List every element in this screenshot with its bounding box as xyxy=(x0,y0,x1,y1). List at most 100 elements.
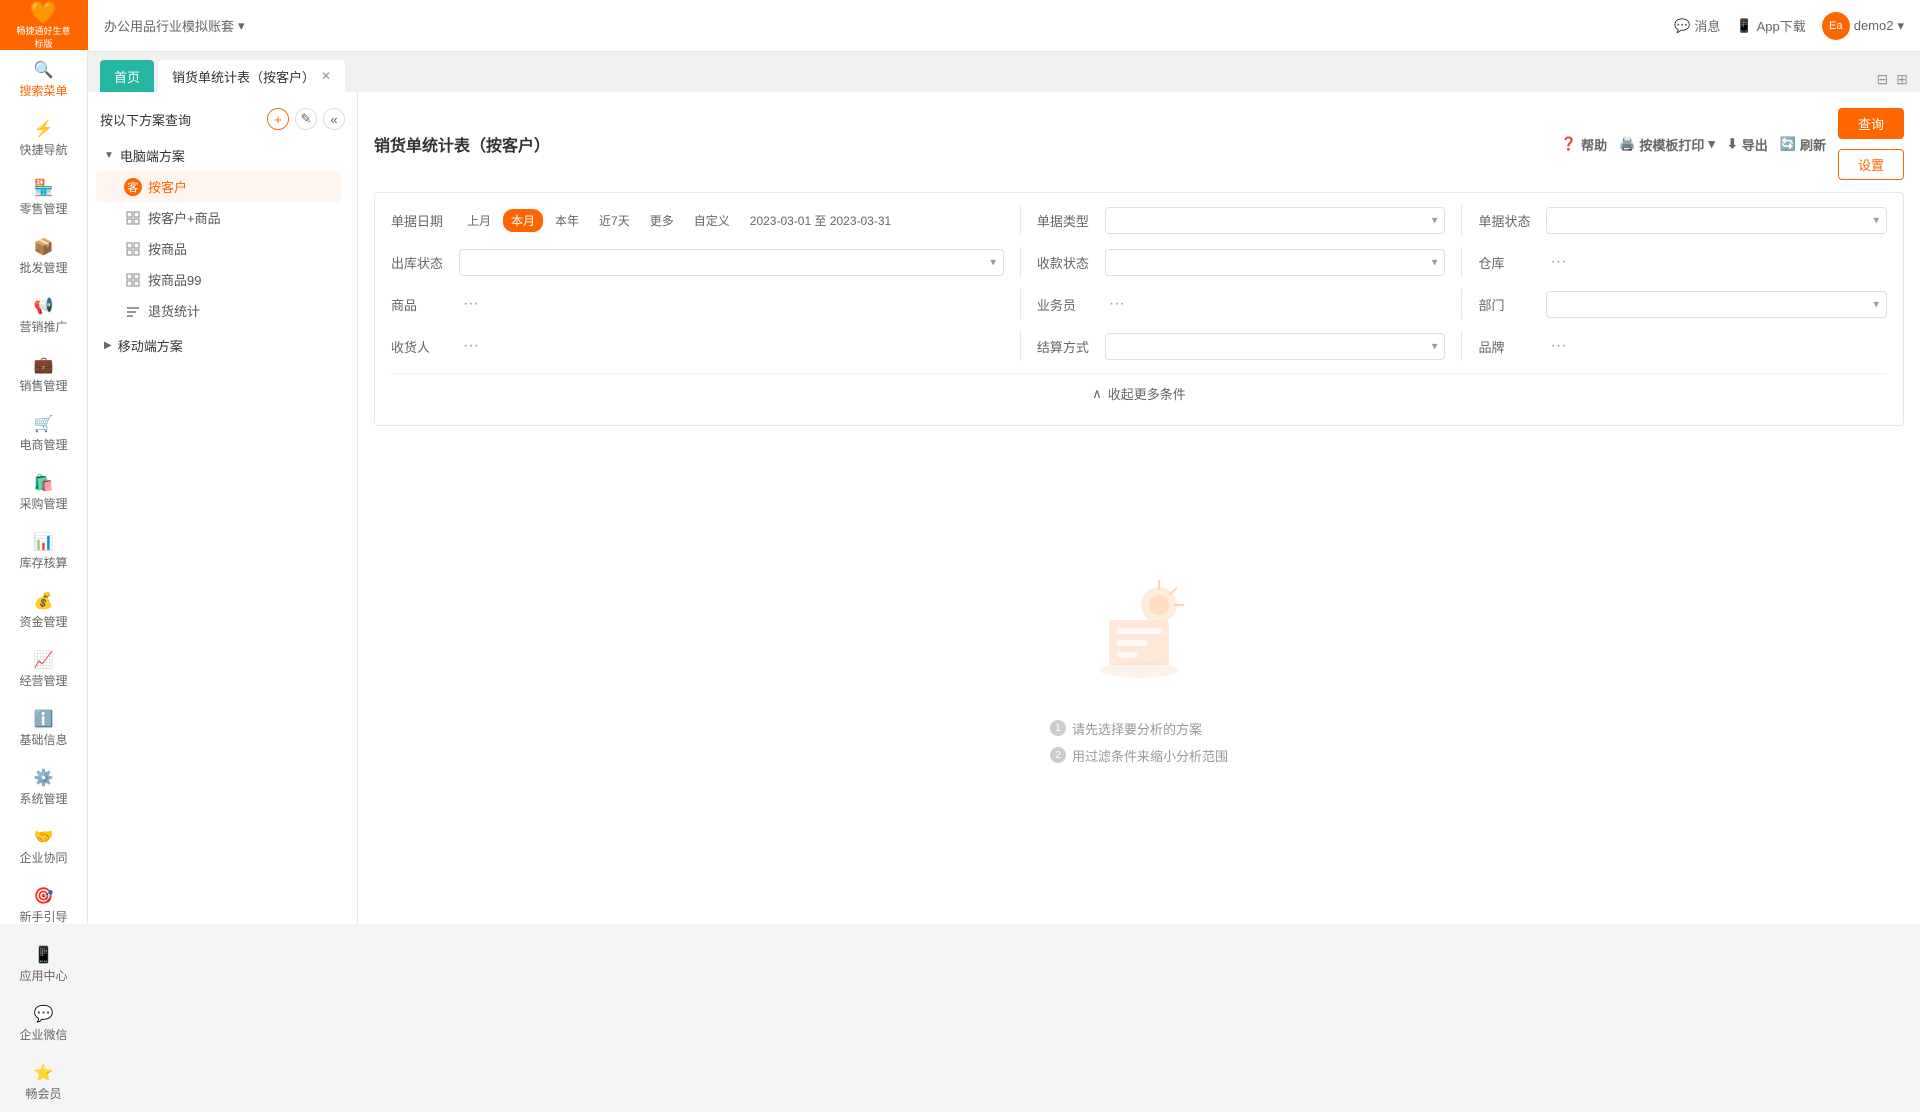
sidebar-item-business[interactable]: 📈 经营管理 xyxy=(0,640,87,699)
return-stat-label: 退货统计 xyxy=(148,301,200,320)
divider-5 xyxy=(1020,289,1021,319)
by-customer-label: 按客户 xyxy=(148,177,187,196)
tab-minimize-icon[interactable]: ⊟ xyxy=(1877,71,1889,88)
sidebar-item-newbie[interactable]: 🎯 新手引导 xyxy=(0,876,87,935)
department-select[interactable] xyxy=(1546,291,1887,318)
home-tab-label: 首页 xyxy=(114,67,140,86)
desktop-group-header[interactable]: ▼ 电脑端方案 xyxy=(96,140,349,171)
collapse-up-icon: ∧ xyxy=(1092,386,1102,402)
template-print-btn[interactable]: 🖨️ 按模板打印 ▾ xyxy=(1619,135,1715,154)
by-customer-product-icon xyxy=(124,209,142,227)
mobile-group-label: 移动端方案 xyxy=(118,336,183,355)
brand-dots[interactable]: ··· xyxy=(1550,337,1566,355)
ecommerce-icon: 🛒 xyxy=(4,414,83,434)
sidebar-item-purchase[interactable]: 🛍️ 采购管理 xyxy=(0,463,87,522)
sidebar-item-wholesale[interactable]: 📦 批发管理 xyxy=(0,227,87,286)
sidebar-item-enterprise[interactable]: 🤝 企业协同 xyxy=(0,817,87,876)
tree-section: ▼ 电脑端方案 客 按客户 按客户+商品 xyxy=(88,140,357,361)
tree-item-by-product[interactable]: 按商品 xyxy=(96,233,341,264)
sidebar-item-ecommerce[interactable]: 🛒 电商管理 xyxy=(0,404,87,463)
sidebar-item-member[interactable]: ⭐ 畅会员 xyxy=(0,1053,87,1112)
expand-triangle-icon: ▶ xyxy=(104,340,112,351)
tree-item-by-product99[interactable]: 按商品99 xyxy=(96,264,341,295)
tab-home[interactable]: 首页 xyxy=(100,60,154,92)
tab-maximize-icon[interactable]: ⊞ xyxy=(1896,71,1908,88)
sales-stat-tab-label: 销货单统计表（按客户） xyxy=(172,67,315,86)
right-content: 销货单统计表（按客户） ❓ 帮助 🖨️ 按模板打印 ▾ ⬇ 导出 xyxy=(358,92,1920,924)
empty-illustration xyxy=(1079,570,1199,707)
filter-out-status: 出库状态 xyxy=(391,249,1004,276)
main-area: 办公用品行业模拟账套 ▾ 💬 消息 📱 App下载 Ea demo2 ▾ 首页 xyxy=(88,0,1920,924)
warehouse-dots[interactable]: ··· xyxy=(1550,253,1566,271)
order-status-select-wrapper xyxy=(1546,207,1887,234)
collection-status-select-wrapper xyxy=(1105,249,1446,276)
sidebar-item-retail[interactable]: 🏪 零售管理 xyxy=(0,168,87,227)
sidebar-item-search[interactable]: 🔍 搜索菜单 xyxy=(0,50,87,109)
filter-settlement: 结算方式 xyxy=(1037,333,1446,360)
wholesale-icon: 📦 xyxy=(4,237,83,257)
settlement-label: 结算方式 xyxy=(1037,337,1097,356)
sidebar-item-finance[interactable]: 💰 资金管理 xyxy=(0,581,87,640)
message-icon: 💬 xyxy=(1674,18,1690,34)
sidebar-item-inventory[interactable]: 📊 库存核算 xyxy=(0,522,87,581)
user-name: demo2 xyxy=(1854,18,1894,33)
account-selector[interactable]: 办公用品行业模拟账套 ▾ xyxy=(104,16,245,35)
tip-1-text: 请先选择要分析的方案 xyxy=(1072,719,1202,738)
product-dots[interactable]: ··· xyxy=(463,295,479,313)
sidebar-item-quick-nav-label: 快捷导航 xyxy=(19,143,67,157)
receiver-dots[interactable]: ··· xyxy=(463,337,479,355)
by-customer-icon: 客 xyxy=(124,178,142,196)
finance-icon: 💰 xyxy=(4,591,83,611)
settings-button[interactable]: 设置 xyxy=(1838,149,1904,180)
add-scheme-btn[interactable]: + xyxy=(267,108,289,130)
order-status-select[interactable] xyxy=(1546,207,1887,234)
collection-status-select[interactable] xyxy=(1105,249,1446,276)
help-btn[interactable]: ❓ 帮助 xyxy=(1561,135,1607,154)
user-menu[interactable]: Ea demo2 ▾ xyxy=(1822,12,1904,40)
date-filter-label: 单据日期 xyxy=(391,211,451,230)
sidebar-item-app-center[interactable]: 📱 应用中心 xyxy=(0,935,87,994)
out-status-select[interactable] xyxy=(459,249,1004,276)
app-logo: 🧡 畅捷通好生意 标版 xyxy=(0,0,88,50)
date-tag-last-month[interactable]: 上月 xyxy=(459,209,499,232)
date-tag-last-7-days[interactable]: 近7天 xyxy=(591,209,638,232)
export-btn[interactable]: ⬇ 导出 xyxy=(1727,135,1768,154)
refresh-btn[interactable]: 🔄 刷新 xyxy=(1780,135,1826,154)
edit-scheme-btn[interactable]: ✎ xyxy=(295,108,317,130)
sidebar-item-sales[interactable]: 💼 销售管理 xyxy=(0,345,87,404)
sidebar-item-enterprise-wechat[interactable]: 💬 企业微信 xyxy=(0,994,87,1053)
page-title-row: 销货单统计表（按客户） ❓ 帮助 🖨️ 按模板打印 ▾ ⬇ 导出 xyxy=(374,108,1904,180)
by-product-icon xyxy=(124,240,142,258)
collapse-panel-btn[interactable]: « xyxy=(323,108,345,130)
empty-tips: 1 请先选择要分析的方案 2 用过滤条件来缩小分析范围 xyxy=(1050,719,1228,765)
tip-1-num: 1 xyxy=(1050,720,1066,736)
sidebar-item-search-label: 搜索菜单 xyxy=(19,84,67,98)
empty-tip-2: 2 用过滤条件来缩小分析范围 xyxy=(1050,746,1228,765)
order-type-select[interactable] xyxy=(1105,207,1446,234)
app-download-btn[interactable]: 📱 App下载 xyxy=(1736,16,1805,35)
filter-receiver: 收货人 ··· xyxy=(391,337,1004,356)
date-tag-this-year[interactable]: 本年 xyxy=(547,209,587,232)
date-tag-this-month[interactable]: 本月 xyxy=(503,209,543,232)
sidebar-item-system[interactable]: ⚙️ 系统管理 xyxy=(0,758,87,817)
sidebar-item-basic[interactable]: ℹ️ 基础信息 xyxy=(0,699,87,758)
tree-item-by-customer-product[interactable]: 按客户+商品 xyxy=(96,202,341,233)
collapse-bar[interactable]: ∧ 收起更多条件 xyxy=(391,373,1887,413)
sidebar-item-sales-label: 销售管理 xyxy=(19,379,67,393)
system-icon: ⚙️ xyxy=(4,768,83,788)
query-button[interactable]: 查询 xyxy=(1838,108,1904,139)
desktop-group: ▼ 电脑端方案 客 按客户 按客户+商品 xyxy=(96,140,349,326)
tree-item-return-stat[interactable]: 退货统计 xyxy=(96,295,341,326)
mobile-group-header[interactable]: ▶ 移动端方案 xyxy=(96,330,349,361)
date-tag-custom[interactable]: 自定义 xyxy=(686,209,738,232)
tree-item-by-customer[interactable]: 客 按客户 xyxy=(96,171,341,202)
settlement-select[interactable] xyxy=(1105,333,1446,360)
date-tag-more[interactable]: 更多 xyxy=(642,209,682,232)
tab-close-icon[interactable]: ✕ xyxy=(321,69,331,83)
tab-sales-stat[interactable]: 销货单统计表（按客户） ✕ xyxy=(158,60,345,92)
message-btn[interactable]: 💬 消息 xyxy=(1674,16,1720,35)
sidebar-item-quick-nav[interactable]: ⚡ 快捷导航 xyxy=(0,109,87,168)
sidebar-item-enterprise-wechat-label: 企业微信 xyxy=(19,1028,67,1042)
sidebar-item-marketing[interactable]: 📢 营销推广 xyxy=(0,286,87,345)
salesperson-dots[interactable]: ··· xyxy=(1109,295,1125,313)
